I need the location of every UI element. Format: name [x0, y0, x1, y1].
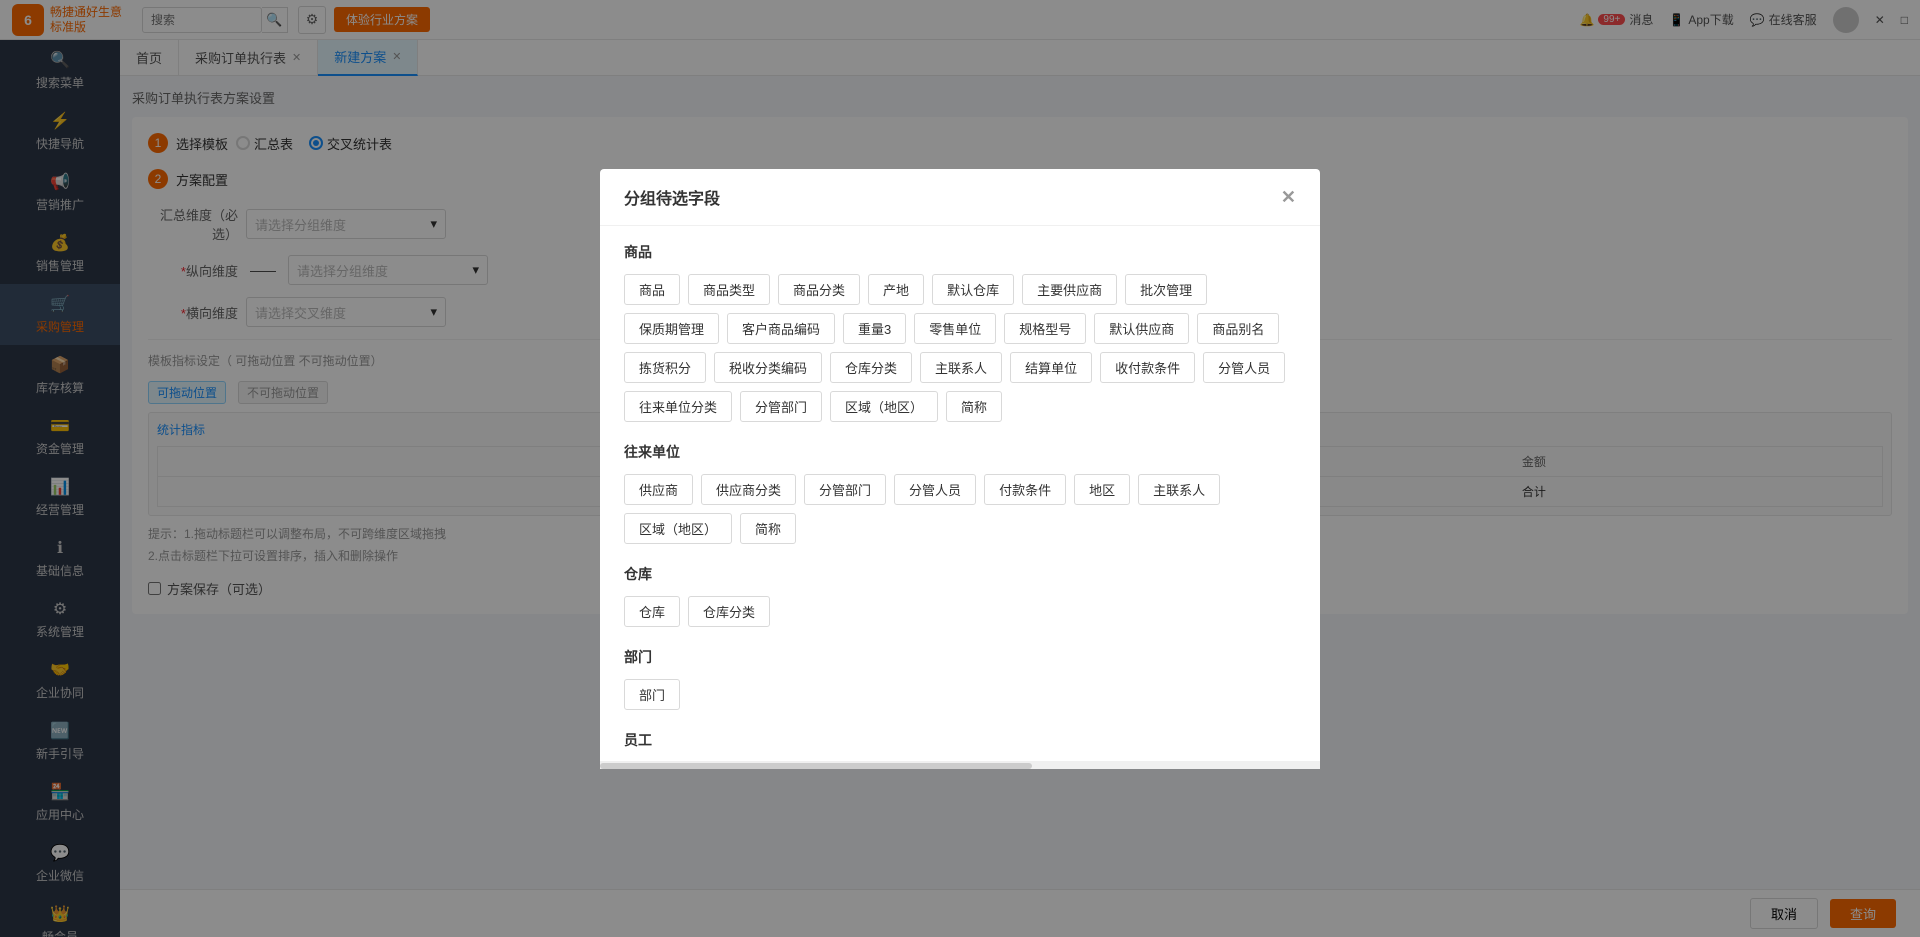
modal-overlay: 分组待选字段 ✕ 商品 商品 商品类型 商品分类 产地 默认仓库 主要供应商 批… [0, 0, 1920, 937]
field-items-partner: 供应商 供应商分类 分管部门 分管人员 付款条件 地区 主联系人 区域（地区） … [624, 474, 1296, 544]
modal-title: 分组待选字段 [624, 185, 720, 209]
field-select-modal: 分组待选字段 ✕ 商品 商品 商品类型 商品分类 产地 默认仓库 主要供应商 批… [600, 169, 1320, 769]
field-item[interactable]: 付款条件 [984, 474, 1066, 505]
field-items-warehouse: 仓库 仓库分类 [624, 596, 1296, 627]
field-group-partner: 往来单位 供应商 供应商分类 分管部门 分管人员 付款条件 地区 主联系人 区域… [624, 442, 1296, 544]
field-item[interactable]: 部门 [624, 679, 680, 710]
modal-close-button[interactable]: ✕ [1281, 188, 1296, 206]
field-item[interactable]: 分管部门 [740, 391, 822, 422]
field-item[interactable]: 商品 [624, 274, 680, 305]
field-item[interactable]: 往来单位分类 [624, 391, 732, 422]
field-item[interactable]: 主要供应商 [1022, 274, 1117, 305]
field-item[interactable]: 收付款条件 [1100, 352, 1195, 383]
field-item[interactable]: 简称 [740, 513, 796, 544]
field-items-product: 商品 商品类型 商品分类 产地 默认仓库 主要供应商 批次管理 保质期管理 客户… [624, 274, 1296, 422]
field-item[interactable]: 主联系人 [920, 352, 1002, 383]
field-group-department: 部门 部门 [624, 647, 1296, 710]
field-item[interactable]: 拣货积分 [624, 352, 706, 383]
field-item[interactable]: 商品分类 [778, 274, 860, 305]
field-item[interactable]: 供应商分类 [701, 474, 796, 505]
field-item[interactable]: 仓库 [624, 596, 680, 627]
field-item[interactable]: 税收分类编码 [714, 352, 822, 383]
field-item[interactable]: 区域（地区） [624, 513, 732, 544]
field-items-department: 部门 [624, 679, 1296, 710]
field-item[interactable]: 商品别名 [1197, 313, 1279, 344]
field-group-product: 商品 商品 商品类型 商品分类 产地 默认仓库 主要供应商 批次管理 保质期管理… [624, 242, 1296, 422]
field-item[interactable]: 分管人员 [1203, 352, 1285, 383]
modal-scrollbar-thumb [600, 763, 1032, 768]
field-item[interactable]: 产地 [868, 274, 924, 305]
field-item[interactable]: 默认供应商 [1094, 313, 1189, 344]
field-item[interactable]: 分管部门 [804, 474, 886, 505]
field-group-product-title: 商品 [624, 242, 1296, 262]
modal-header: 分组待选字段 ✕ [600, 169, 1320, 226]
field-item[interactable]: 默认仓库 [932, 274, 1014, 305]
field-item[interactable]: 保质期管理 [624, 313, 719, 344]
field-item[interactable]: 零售单位 [914, 313, 996, 344]
field-item[interactable]: 主联系人 [1138, 474, 1220, 505]
field-item[interactable]: 重量3 [843, 313, 906, 344]
modal-horizontal-scrollbar[interactable] [600, 761, 1320, 768]
field-item[interactable]: 仓库分类 [688, 596, 770, 627]
field-item[interactable]: 简称 [946, 391, 1002, 422]
field-item[interactable]: 结算单位 [1010, 352, 1092, 383]
field-group-warehouse: 仓库 仓库 仓库分类 [624, 564, 1296, 627]
field-group-warehouse-title: 仓库 [624, 564, 1296, 584]
field-item[interactable]: 供应商 [624, 474, 693, 505]
field-item[interactable]: 客户商品编码 [727, 313, 835, 344]
field-group-partner-title: 往来单位 [624, 442, 1296, 462]
field-item[interactable]: 仓库分类 [830, 352, 912, 383]
field-group-employee-title: 员工 [624, 730, 1296, 750]
field-group-employee: 员工 业务员 [624, 730, 1296, 762]
field-item[interactable]: 分管人员 [894, 474, 976, 505]
modal-body[interactable]: 商品 商品 商品类型 商品分类 产地 默认仓库 主要供应商 批次管理 保质期管理… [600, 226, 1320, 762]
field-item[interactable]: 地区 [1074, 474, 1130, 505]
field-item[interactable]: 规格型号 [1004, 313, 1086, 344]
field-item[interactable]: 批次管理 [1125, 274, 1207, 305]
field-group-department-title: 部门 [624, 647, 1296, 667]
field-item[interactable]: 商品类型 [688, 274, 770, 305]
field-item[interactable]: 区域（地区） [830, 391, 938, 422]
